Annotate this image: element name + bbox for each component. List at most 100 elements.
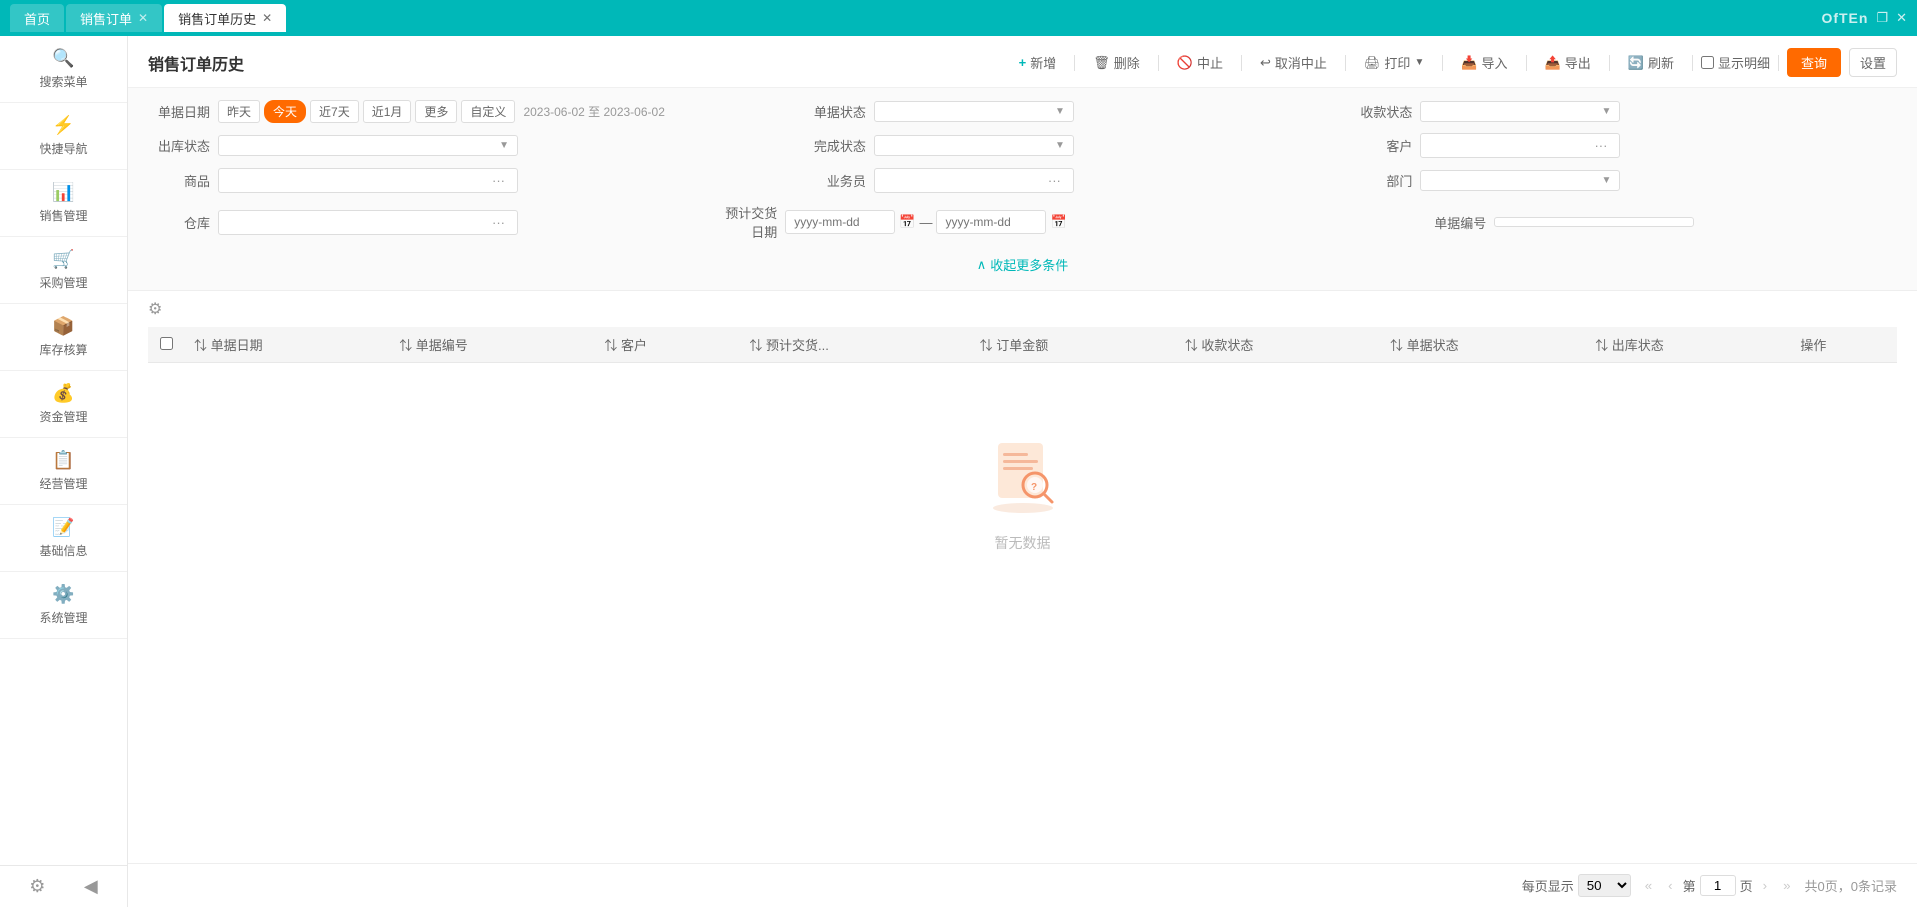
tab-sales-order-close[interactable]: ✕ — [138, 11, 148, 25]
new-icon: + — [1019, 55, 1027, 70]
sidebar-item-inventory[interactable]: 📦 库存核算 — [0, 304, 127, 371]
complete-status-select[interactable]: ▼ — [874, 135, 1074, 156]
date-btn-today[interactable]: 今天 — [264, 100, 306, 123]
customer-input[interactable]: ··· — [1420, 133, 1620, 158]
export-button[interactable]: 📤 导出 — [1535, 49, 1601, 76]
total-info: 共0页，0条记录 — [1805, 876, 1897, 895]
sidebar-item-finance[interactable]: 💰 资金管理 — [0, 371, 127, 438]
delivery-start-input[interactable] — [785, 210, 895, 234]
delivery-end-cal-icon[interactable]: 📅 — [1050, 214, 1066, 230]
date-btn-more[interactable]: 更多 — [415, 100, 457, 123]
tab-sales-order[interactable]: 销售订单 ✕ — [66, 4, 162, 32]
tab-home[interactable]: 首页 — [10, 4, 64, 32]
search-menu-icon: 🔍 — [52, 48, 74, 69]
restore-btn[interactable]: ❐ — [1876, 10, 1888, 26]
sidebar-item-search-menu[interactable]: 🔍 搜索菜单 — [0, 36, 127, 103]
divider-4 — [1345, 55, 1346, 71]
finance-icon: 💰 — [52, 383, 74, 404]
date-btn-custom[interactable]: 自定义 — [461, 100, 515, 123]
tab-sales-order-history[interactable]: 销售订单历史 ✕ — [164, 4, 286, 32]
settings-button[interactable]: 设置 — [1849, 48, 1897, 77]
cancel-stop-button[interactable]: ↩ 取消中止 — [1250, 49, 1337, 76]
department-arrow-icon: ▼ — [1602, 175, 1612, 186]
import-button[interactable]: 📥 导入 — [1451, 49, 1517, 76]
sidebar-item-search-menu-label: 搜索菜单 — [39, 73, 87, 90]
th-warehouse-status: ⇅ 出库状态 — [1585, 327, 1790, 363]
complete-status-arrow-icon: ▼ — [1055, 140, 1065, 151]
tab-sales-order-history-close[interactable]: ✕ — [262, 11, 272, 25]
prev-page-button[interactable]: ‹ — [1662, 876, 1678, 895]
date-display: 2023-06-02 至 2023-06-02 — [523, 103, 664, 120]
filter-row-3: 商品 ··· 业务员 ··· 部门 ▼ — [148, 168, 1897, 193]
complete-status-label: 完成状态 — [804, 136, 874, 155]
purchase-mgmt-icon: 🛒 — [52, 249, 74, 270]
empty-illustration: ? — [973, 423, 1073, 523]
refresh-button[interactable]: 🔄 刷新 — [1618, 49, 1684, 76]
collapse-row: ∧ 收起更多条件 — [148, 251, 1897, 278]
sidebar-item-quick-nav[interactable]: ⚡ 快捷导航 — [0, 103, 127, 170]
sidebar-item-operations[interactable]: 📋 经营管理 — [0, 438, 127, 505]
product-more-icon[interactable]: ··· — [488, 173, 509, 188]
sidebar-collapse-icon[interactable]: ◀ — [84, 876, 98, 897]
collapse-button[interactable]: ∧ 收起更多条件 — [977, 255, 1069, 274]
show-details-label: 显示明细 — [1718, 53, 1770, 72]
warehouse-status-select[interactable]: ▼ — [218, 135, 518, 156]
th-customer: ⇅ 客户 — [594, 327, 739, 363]
th-expected-delivery-label: ⇅ 预计交货... — [749, 338, 828, 353]
show-details-checkbox[interactable]: 显示明细 — [1701, 53, 1770, 72]
tab-sales-order-label: 销售订单 — [80, 9, 132, 28]
sidebar-item-sys-mgmt[interactable]: ⚙️ 系统管理 — [0, 572, 127, 639]
delete-button[interactable]: 🗑 删除 — [1083, 49, 1150, 76]
show-details-input[interactable] — [1701, 56, 1714, 69]
last-page-button[interactable]: » — [1777, 876, 1796, 895]
next-page-button[interactable]: › — [1757, 876, 1773, 895]
bill-status-select[interactable]: ▼ — [874, 101, 1074, 122]
sidebar: 🔍 搜索菜单 ⚡ 快捷导航 📊 销售管理 🛒 采购管理 📦 库存核算 💰 资金管… — [0, 36, 128, 907]
warehouse-more-icon[interactable]: ··· — [488, 215, 509, 230]
sidebar-item-sales-mgmt-label: 销售管理 — [39, 207, 87, 224]
th-order-amount-label: ⇅ 订单金额 — [980, 338, 1049, 353]
table-settings-icon[interactable]: ⚙ — [148, 299, 162, 319]
page-input[interactable] — [1700, 875, 1736, 896]
sales-mgmt-icon: 📊 — [52, 182, 74, 203]
delete-icon: 🗑 — [1093, 55, 1110, 71]
cancel-stop-icon: ↩ — [1260, 55, 1271, 71]
date-btn-yesterday[interactable]: 昨天 — [218, 100, 260, 123]
date-btn-7days[interactable]: 近7天 — [310, 100, 359, 123]
sidebar-item-base-info[interactable]: 📝 基础信息 — [0, 505, 127, 572]
query-button[interactable]: 查询 — [1787, 48, 1841, 77]
collection-status-select[interactable]: ▼ — [1420, 101, 1620, 122]
salesperson-label: 业务员 — [804, 171, 874, 190]
salesperson-more-icon[interactable]: ··· — [1044, 173, 1065, 188]
delivery-end-input[interactable] — [936, 210, 1046, 234]
empty-svg: ? — [973, 423, 1073, 523]
sidebar-settings-icon[interactable]: ⚙ — [29, 876, 45, 897]
sidebar-item-purchase-mgmt[interactable]: 🛒 采购管理 — [0, 237, 127, 304]
tab-list: 首页 销售订单 ✕ 销售订单历史 ✕ — [10, 0, 286, 36]
warehouse-status-label: 出库状态 — [148, 136, 218, 155]
export-label: 导出 — [1565, 53, 1591, 72]
stop-button[interactable]: 🚫 中止 — [1167, 49, 1233, 76]
new-button[interactable]: + 新增 — [1009, 49, 1067, 76]
product-input[interactable]: ··· — [218, 168, 518, 193]
select-all-checkbox[interactable] — [160, 337, 173, 350]
salesperson-input[interactable]: ··· — [874, 168, 1074, 193]
bill-number-input[interactable] — [1494, 217, 1694, 227]
filter-row-4: 仓库 ··· 预计交货日期 📅 — 📅 单据编号 — [148, 203, 1897, 241]
divider-7 — [1609, 55, 1610, 71]
print-button[interactable]: 🖨 打印 ▼ — [1354, 49, 1434, 76]
print-arrow-icon: ▼ — [1414, 57, 1424, 68]
close-btn[interactable]: ✕ — [1896, 10, 1907, 26]
delivery-start-cal-icon[interactable]: 📅 — [899, 214, 915, 230]
divider-2 — [1158, 55, 1159, 71]
department-select[interactable]: ▼ — [1420, 170, 1620, 191]
first-page-button[interactable]: « — [1639, 876, 1658, 895]
customer-more-icon[interactable]: ··· — [1590, 138, 1611, 153]
warehouse-input[interactable]: ··· — [218, 210, 518, 235]
sidebar-item-sales-mgmt[interactable]: 📊 销售管理 — [0, 170, 127, 237]
date-btn-1month[interactable]: 近1月 — [363, 100, 412, 123]
base-info-icon: 📝 — [52, 517, 74, 538]
per-page-select[interactable]: 10 20 50 100 — [1578, 874, 1631, 897]
new-label: 新增 — [1030, 53, 1056, 72]
collection-status-filter: 收款状态 ▼ — [1350, 101, 1897, 122]
